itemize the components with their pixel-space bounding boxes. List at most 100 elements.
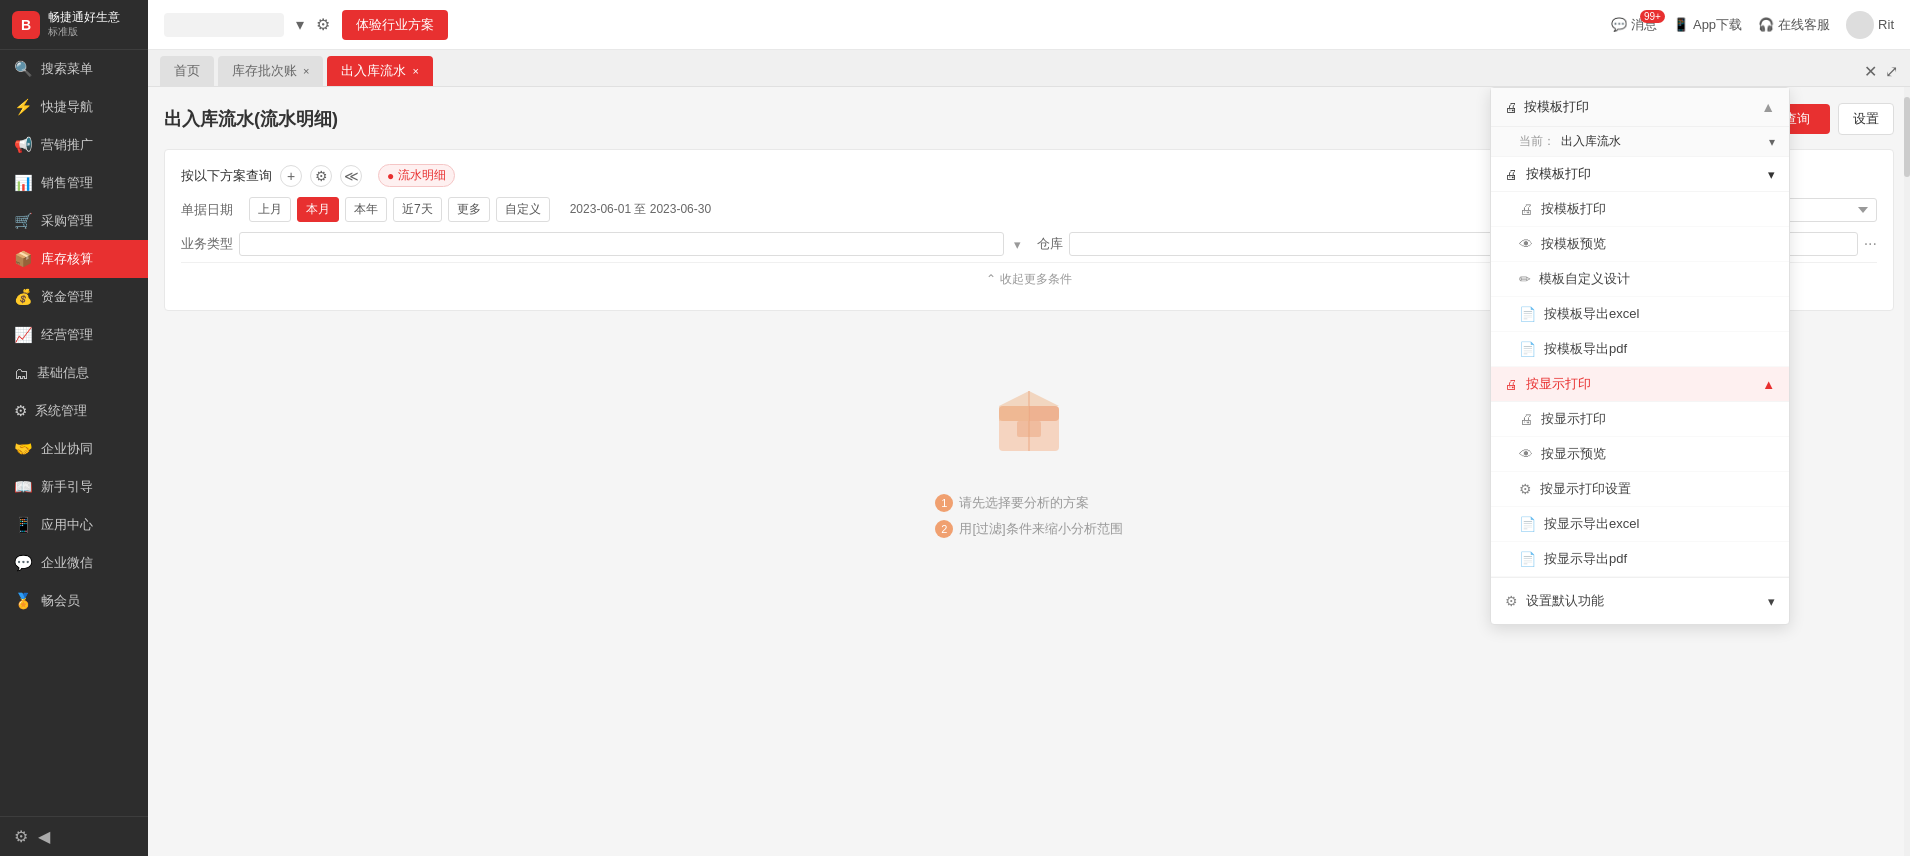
display-items-list: 🖨按显示打印👁按显示预览⚙按显示打印设置📄按显示导出excel📄按显示导出pdf [1491, 402, 1789, 577]
sidebar-item-operation[interactable]: 📈经营管理 [0, 316, 148, 354]
close-window-icon[interactable]: ✕ [1864, 62, 1877, 81]
dropdown-collapse-icon[interactable]: ▲ [1761, 99, 1775, 115]
tab-inventory-batch-close-icon[interactable]: × [303, 65, 309, 77]
filter-tag[interactable]: ● 流水明细 [378, 164, 455, 187]
set-default-item[interactable]: ⚙ 设置默认功能 ▾ [1505, 586, 1775, 616]
sidebar-item-guide[interactable]: 📖新手引导 [0, 468, 148, 506]
maximize-icon[interactable]: ⤢ [1885, 62, 1898, 81]
date-btn-4[interactable]: 更多 [448, 197, 490, 222]
sidebar-item-search[interactable]: 🔍搜索菜单 [0, 50, 148, 88]
sidebar-item-member[interactable]: 🏅 畅会员 [0, 582, 148, 620]
dropdown-item-display-print-settings[interactable]: ⚙按显示打印设置 [1491, 472, 1789, 507]
svg-rect-5 [999, 406, 1029, 421]
sidebar-quick-nav-icon: ⚡ [14, 98, 33, 116]
template-items-list: 🖨按模板打印👁按模板预览✏模板自定义设计📄按模板导出excel📄按模板导出pdf [1491, 192, 1789, 367]
sidebar-item-collab[interactable]: 🤝企业协同 [0, 430, 148, 468]
add-filter-icon[interactable]: + [280, 165, 302, 187]
topbar-right: 💬 消息 99+ 📱 App下载 🎧 在线客服 Rit [1611, 11, 1894, 39]
tab-inventory-batch[interactable]: 库存批次账× [218, 56, 323, 86]
sidebar-quick-nav-label: 快捷导航 [41, 98, 93, 116]
sidebar-item-sales[interactable]: 📊销售管理 [0, 164, 148, 202]
display-print-settings-icon: ⚙ [1519, 481, 1532, 497]
template-print-header-label: 按模板打印 [1526, 165, 1591, 183]
dropdown-item-display-print-item[interactable]: 🖨按显示打印 [1491, 402, 1789, 437]
collapse-filter-icon[interactable]: ≪ [340, 165, 362, 187]
settings-icon[interactable]: ⚙ [316, 15, 330, 34]
dropdown-item-display-export-excel[interactable]: 📄按显示导出excel [1491, 507, 1789, 542]
app-download-button[interactable]: 📱 App下载 [1673, 16, 1742, 34]
sidebar-member-label: 畅会员 [41, 592, 80, 610]
dropdown-item-display-preview[interactable]: 👁按显示预览 [1491, 437, 1789, 472]
message-badge: 99+ [1640, 10, 1665, 23]
date-btn-5[interactable]: 自定义 [496, 197, 550, 222]
display-export-pdf-icon: 📄 [1519, 551, 1536, 567]
user-name: Rit [1878, 17, 1894, 32]
dropdown-item-display-export-pdf[interactable]: 📄按显示导出pdf [1491, 542, 1789, 577]
settings-button[interactable]: 设置 [1838, 103, 1894, 135]
user-avatar-button[interactable]: Rit [1846, 11, 1894, 39]
display-print-header-label: 按显示打印 [1526, 375, 1591, 393]
template-print-section-header[interactable]: 🖨 按模板打印 ▾ [1491, 157, 1789, 192]
scrollbar-thumb[interactable] [1904, 97, 1910, 177]
dropdown-item-template-export-pdf[interactable]: 📄按模板导出pdf [1491, 332, 1789, 367]
sidebar-item-marketing[interactable]: 📢营销推广 [0, 126, 148, 164]
sidebar-search-label: 搜索菜单 [41, 60, 93, 78]
biz-type-input[interactable] [239, 232, 1004, 256]
date-btn-2[interactable]: 本年 [345, 197, 387, 222]
print-dropdown-panel: 🖨 按模板打印 ▲ 当前： 出入库流水 ▾ 🖨 按模板打印 [1490, 87, 1790, 625]
sidebar-item-apps[interactable]: 📱应用中心 [0, 506, 148, 544]
dropdown-item-template-print-item[interactable]: 🖨按模板打印 [1491, 192, 1789, 227]
empty-tip-2: 2 用[过滤]条件来缩小分析范围 [935, 516, 1122, 542]
tabs-bar: 首页库存批次账×出入库流水× ✕ ⤢ [148, 50, 1910, 87]
tab-inout-flow[interactable]: 出入库流水× [327, 56, 432, 86]
dropdown-item-template-customize[interactable]: ✏模板自定义设计 [1491, 262, 1789, 297]
sidebar-item-base[interactable]: 🗂基础信息 [0, 354, 148, 392]
sidebar-base-icon: 🗂 [14, 365, 29, 382]
set-default-label: 设置默认功能 [1526, 592, 1604, 610]
settings-filter-icon[interactable]: ⚙ [310, 165, 332, 187]
sidebar-purchase-icon: 🛒 [14, 212, 33, 230]
template-export-pdf-label: 按模板导出pdf [1544, 340, 1627, 358]
warehouse-more-icon[interactable]: ··· [1864, 235, 1877, 253]
message-icon: 💬 [1611, 17, 1627, 32]
sidebar-item-wecom[interactable]: 💬企业微信 [0, 544, 148, 582]
settings-icon[interactable]: ⚙ [14, 827, 28, 846]
template-section: 当前： 出入库流水 ▾ 🖨 按模板打印 ▾ 🖨按模板打印👁按模板预览✏模板自定义… [1491, 127, 1789, 577]
collapse-sidebar-icon[interactable]: ◀ [38, 827, 50, 846]
sidebar-collab-label: 企业协同 [41, 440, 93, 458]
sidebar-operation-label: 经营管理 [41, 326, 93, 344]
dropdown-arrow-icon[interactable]: ▾ [296, 15, 304, 34]
display-printer-icon: 🖨 [1505, 377, 1518, 392]
topbar-search-input[interactable] [164, 13, 284, 37]
sidebar-item-finance[interactable]: 💰资金管理 [0, 278, 148, 316]
app-logo-sub: 标准版 [48, 25, 120, 39]
printer-dropdown-icon: 🖨 [1505, 100, 1518, 115]
sidebar-marketing-icon: 📢 [14, 136, 33, 154]
display-preview-icon: 👁 [1519, 446, 1533, 462]
date-btn-3[interactable]: 近7天 [393, 197, 442, 222]
biz-type-arrow-icon: ▾ [1014, 237, 1021, 252]
app-download-label: App下载 [1693, 16, 1742, 34]
sidebar-item-purchase[interactable]: 🛒采购管理 [0, 202, 148, 240]
dropdown-item-template-preview[interactable]: 👁按模板预览 [1491, 227, 1789, 262]
dropdown-current-row: 当前： 出入库流水 ▾ [1491, 127, 1789, 157]
trial-button[interactable]: 体验行业方案 [342, 10, 448, 40]
dropdown-item-template-export-excel[interactable]: 📄按模板导出excel [1491, 297, 1789, 332]
sidebar-inventory-label: 库存核算 [41, 250, 93, 268]
display-print-section-header[interactable]: 🖨 按显示打印 ▲ [1491, 367, 1789, 402]
date-btn-0[interactable]: 上月 [249, 197, 291, 222]
template-preview-icon: 👁 [1519, 236, 1533, 252]
empty-illustration [979, 371, 1079, 490]
sidebar-member-icon: 🏅 [14, 592, 33, 610]
date-buttons-group: 上月本月本年近7天更多自定义 [249, 197, 550, 222]
sidebar-item-inventory[interactable]: 📦库存核算 [0, 240, 148, 278]
date-btn-1[interactable]: 本月 [297, 197, 339, 222]
sidebar-item-system[interactable]: ⚙系统管理 [0, 392, 148, 430]
biz-type-label: 业务类型 [181, 235, 233, 253]
tab-inout-flow-close-icon[interactable]: × [412, 65, 418, 77]
message-button[interactable]: 💬 消息 99+ [1611, 16, 1657, 34]
tab-home[interactable]: 首页 [160, 56, 214, 86]
filter-action-row: 按以下方案查询 + ⚙ ≪ [181, 165, 362, 187]
online-service-button[interactable]: 🎧 在线客服 [1758, 16, 1830, 34]
sidebar-item-quick-nav[interactable]: ⚡ 快捷导航 [0, 88, 148, 126]
